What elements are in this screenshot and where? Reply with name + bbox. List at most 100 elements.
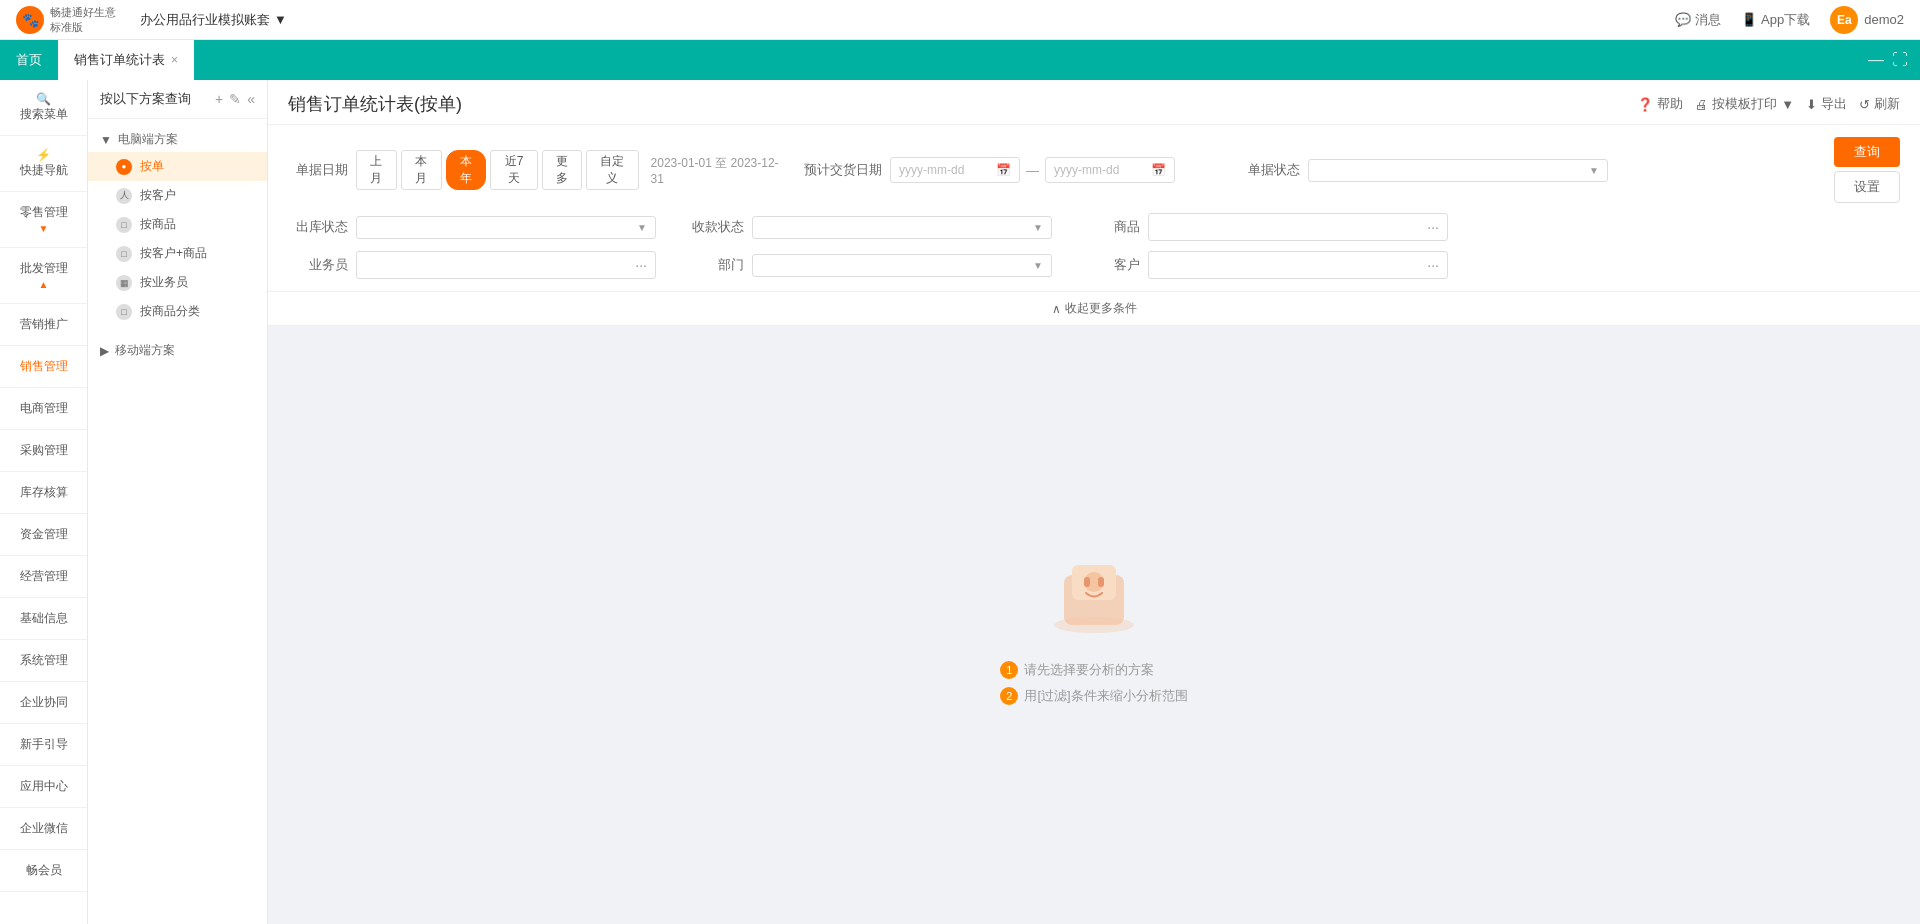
date-btn-last-month[interactable]: 上月 bbox=[356, 150, 397, 190]
date-btn-this-year[interactable]: 本年 bbox=[446, 150, 487, 190]
print-arrow-icon: ▼ bbox=[1781, 97, 1794, 112]
sidebar-item-purchase[interactable]: 采购管理 bbox=[0, 430, 87, 472]
mobile-section-arrow-icon: ▶ bbox=[100, 344, 109, 358]
filter-item-customer: 客户 ··· bbox=[1080, 251, 1460, 279]
salesman-input[interactable]: ··· bbox=[356, 251, 656, 279]
tab-close-icon[interactable]: × bbox=[171, 53, 178, 67]
sidebar-item-search[interactable]: 🔍 搜索菜单 bbox=[0, 80, 87, 136]
top-bar-right: 💬 消息 📱 App下载 Ea demo2 bbox=[1675, 6, 1904, 34]
customer-dots[interactable]: ··· bbox=[1427, 257, 1439, 273]
filter-item-expected-date: 预计交货日期 yyyy-mm-dd 📅 — yyyy-mm-dd 📅 bbox=[804, 157, 1224, 183]
scheme-item-by-category[interactable]: □ 按商品分类 bbox=[88, 297, 267, 326]
date-btn-last7[interactable]: 近7天 bbox=[490, 150, 537, 190]
sidebar-item-finance[interactable]: 资金管理 bbox=[0, 514, 87, 556]
tab-sales-stats[interactable]: 销售订单统计表 × bbox=[58, 40, 194, 80]
out-status-arrow-icon: ▼ bbox=[637, 222, 647, 233]
sidebar-item-member[interactable]: 畅会员 bbox=[0, 850, 87, 892]
scheme-item-by-order[interactable]: ● 按单 bbox=[88, 152, 267, 181]
date-btn-custom[interactable]: 自定义 bbox=[586, 150, 638, 190]
filter-item-salesman: 业务员 ··· bbox=[288, 251, 668, 279]
maximize-icon[interactable]: ⛶ bbox=[1892, 51, 1908, 69]
expected-date-inputs: yyyy-mm-dd 📅 — yyyy-mm-dd 📅 bbox=[890, 157, 1175, 183]
empty-tip-1: 1 请先选择要分析的方案 bbox=[1000, 661, 1187, 679]
status-select[interactable]: ▼ bbox=[1308, 159, 1608, 182]
customer-input[interactable]: ··· bbox=[1148, 251, 1448, 279]
expected-date-from[interactable]: yyyy-mm-dd 📅 bbox=[890, 157, 1020, 183]
filter-item-collect-status: 收款状态 ▼ bbox=[684, 216, 1064, 239]
dept-select[interactable]: ▼ bbox=[752, 254, 1052, 277]
export-btn[interactable]: ⬇ 导出 bbox=[1806, 95, 1847, 113]
scheme-order-icon: ● bbox=[116, 159, 132, 175]
template-print-btn[interactable]: 🖨 按模板打印 ▼ bbox=[1695, 95, 1794, 113]
scheme-cg-icon: □ bbox=[116, 246, 132, 262]
page-actions: ❓ 帮助 🖨 按模板打印 ▼ ⬇ 导出 ↺ 刷新 bbox=[1637, 95, 1900, 113]
tip-2-num: 2 bbox=[1000, 687, 1018, 705]
sidebar-item-wholesale[interactable]: 批发管理 ▲ bbox=[0, 248, 87, 304]
cal-to-icon: 📅 bbox=[1151, 163, 1166, 177]
svg-rect-4 bbox=[1084, 577, 1090, 587]
sidebar: 🔍 搜索菜单 ⚡ 快捷导航 零售管理 ▼ 批发管理 ▲ 营销推广 销售管理 电商… bbox=[0, 80, 88, 924]
print-icon: 🖨 bbox=[1695, 97, 1708, 112]
sidebar-item-retail[interactable]: 零售管理 ▼ bbox=[0, 192, 87, 248]
scheme-item-by-customer-goods[interactable]: □ 按客户+商品 bbox=[88, 239, 267, 268]
sidebar-item-enterprise[interactable]: 企业协同 bbox=[0, 682, 87, 724]
sidebar-item-system[interactable]: 系统管理 bbox=[0, 640, 87, 682]
scheme-customer-icon: 人 bbox=[116, 188, 132, 204]
filter-item-dept: 部门 ▼ bbox=[684, 254, 1064, 277]
scheme-item-by-goods[interactable]: □ 按商品 bbox=[88, 210, 267, 239]
pc-scheme-label[interactable]: ▼ 电脑端方案 bbox=[88, 127, 267, 152]
sidebar-item-ecommerce[interactable]: 电商管理 bbox=[0, 388, 87, 430]
date-range-text: 2023-01-01 至 2023-12-31 bbox=[651, 155, 788, 186]
date-label: 单据日期 bbox=[288, 161, 348, 179]
sidebar-item-inventory[interactable]: 库存核算 bbox=[0, 472, 87, 514]
sidebar-item-basic-info[interactable]: 基础信息 bbox=[0, 598, 87, 640]
nav-controls: — ⛶ bbox=[1868, 51, 1920, 69]
filter-row-2: 出库状态 ▼ 收款状态 ▼ bbox=[288, 213, 1900, 241]
app-selector[interactable]: 办公用品行业模拟账套 ▼ bbox=[140, 11, 287, 29]
user-area[interactable]: Ea demo2 bbox=[1830, 6, 1904, 34]
mobile-scheme-section[interactable]: ▶ 移动端方案 bbox=[88, 338, 267, 363]
help-btn[interactable]: ❓ 帮助 bbox=[1637, 95, 1683, 113]
sidebar-item-wechat[interactable]: 企业微信 bbox=[0, 808, 87, 850]
filter-row-1: 单据日期 上月 本月 本年 近7天 更多 自定义 20 bbox=[288, 137, 1900, 203]
sidebar-item-app-center[interactable]: 应用中心 bbox=[0, 766, 87, 808]
app-download-btn[interactable]: 📱 App下载 bbox=[1741, 11, 1810, 29]
scheme-panel: 按以下方案查询 + ✎ « ▼ 电脑端方案 ● 按单 人 按客户 bbox=[88, 80, 268, 924]
collect-status-select[interactable]: ▼ bbox=[752, 216, 1052, 239]
reset-button[interactable]: 设置 bbox=[1834, 171, 1900, 203]
filter-item-status: 单据状态 ▼ bbox=[1240, 159, 1620, 182]
help-icon: ❓ bbox=[1637, 97, 1653, 112]
sidebar-item-sales[interactable]: 销售管理 bbox=[0, 346, 87, 388]
date-btn-this-month[interactable]: 本月 bbox=[401, 150, 442, 190]
scheme-item-by-salesman[interactable]: ▦ 按业务员 bbox=[88, 268, 267, 297]
filter-row-3: 业务员 ··· 部门 ▼ bbox=[288, 251, 1900, 279]
sidebar-item-shortcut[interactable]: ⚡ 快捷导航 bbox=[0, 136, 87, 192]
filter-item-out-status: 出库状态 ▼ bbox=[288, 216, 668, 239]
edit-scheme-icon[interactable]: ✎ bbox=[229, 91, 241, 107]
sidebar-item-operations[interactable]: 经营管理 bbox=[0, 556, 87, 598]
goods-input[interactable]: ··· bbox=[1148, 213, 1448, 241]
out-status-select[interactable]: ▼ bbox=[356, 216, 656, 239]
goods-dots[interactable]: ··· bbox=[1427, 219, 1439, 235]
date-btn-more[interactable]: 更多 bbox=[542, 150, 583, 190]
collapse-button[interactable]: ∧ 收起更多条件 bbox=[1052, 300, 1137, 317]
empty-area: 1 请先选择要分析的方案 2 用[过滤]条件来缩小分析范围 bbox=[268, 326, 1920, 924]
avatar: Ea bbox=[1830, 6, 1858, 34]
refresh-btn[interactable]: ↺ 刷新 bbox=[1859, 95, 1900, 113]
empty-tip-2: 2 用[过滤]条件来缩小分析范围 bbox=[1000, 687, 1187, 705]
pc-section-arrow-icon: ▼ bbox=[100, 133, 112, 147]
collapse-scheme-icon[interactable]: « bbox=[247, 91, 255, 107]
expected-date-to[interactable]: yyyy-mm-dd 📅 bbox=[1045, 157, 1175, 183]
query-button[interactable]: 查询 bbox=[1834, 137, 1900, 167]
minimize-icon[interactable]: — bbox=[1868, 51, 1884, 69]
tab-home[interactable]: 首页 bbox=[0, 40, 58, 80]
scheme-goods-icon: □ bbox=[116, 217, 132, 233]
message-btn[interactable]: 💬 消息 bbox=[1675, 11, 1721, 29]
out-status-label: 出库状态 bbox=[288, 218, 348, 236]
sidebar-item-marketing[interactable]: 营销推广 bbox=[0, 304, 87, 346]
collapse-bar: ∧ 收起更多条件 bbox=[268, 292, 1920, 326]
add-scheme-icon[interactable]: + bbox=[215, 91, 223, 107]
sidebar-item-newbie[interactable]: 新手引导 bbox=[0, 724, 87, 766]
scheme-item-by-customer[interactable]: 人 按客户 bbox=[88, 181, 267, 210]
salesman-dots[interactable]: ··· bbox=[635, 257, 647, 273]
